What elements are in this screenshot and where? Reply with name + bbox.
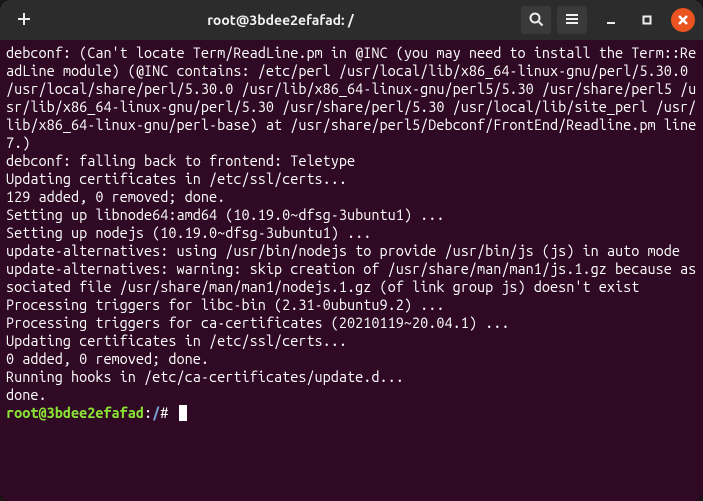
hamburger-icon [564,11,580,30]
prompt-line: root@3bdee2efafad:/# [6,404,187,421]
maximize-button[interactable] [635,8,659,32]
menu-button[interactable] [557,6,587,34]
minimize-button[interactable] [599,8,623,32]
prompt-user-host: root@3bdee2efafad [6,404,144,421]
window-title: root@3bdee2efafad: / [46,12,515,28]
minimize-icon [606,12,616,28]
prompt-symbol: # [160,404,168,421]
terminal-window: root@3bdee2efafad: / [0,0,703,501]
search-icon [528,11,544,30]
search-button[interactable] [521,6,551,34]
terminal-output: debconf: (Can't locate Term/ReadLine.pm … [6,44,703,403]
maximize-icon [642,12,652,28]
prompt-colon: : [144,404,152,421]
new-tab-button[interactable] [8,6,40,34]
titlebar-right-controls [521,6,695,34]
plus-icon [16,11,32,30]
close-icon [678,12,688,28]
titlebar: root@3bdee2efafad: / [0,0,703,40]
close-button[interactable] [671,8,695,32]
cursor [179,405,187,421]
terminal-viewport[interactable]: debconf: (Can't locate Term/ReadLine.pm … [0,40,703,501]
